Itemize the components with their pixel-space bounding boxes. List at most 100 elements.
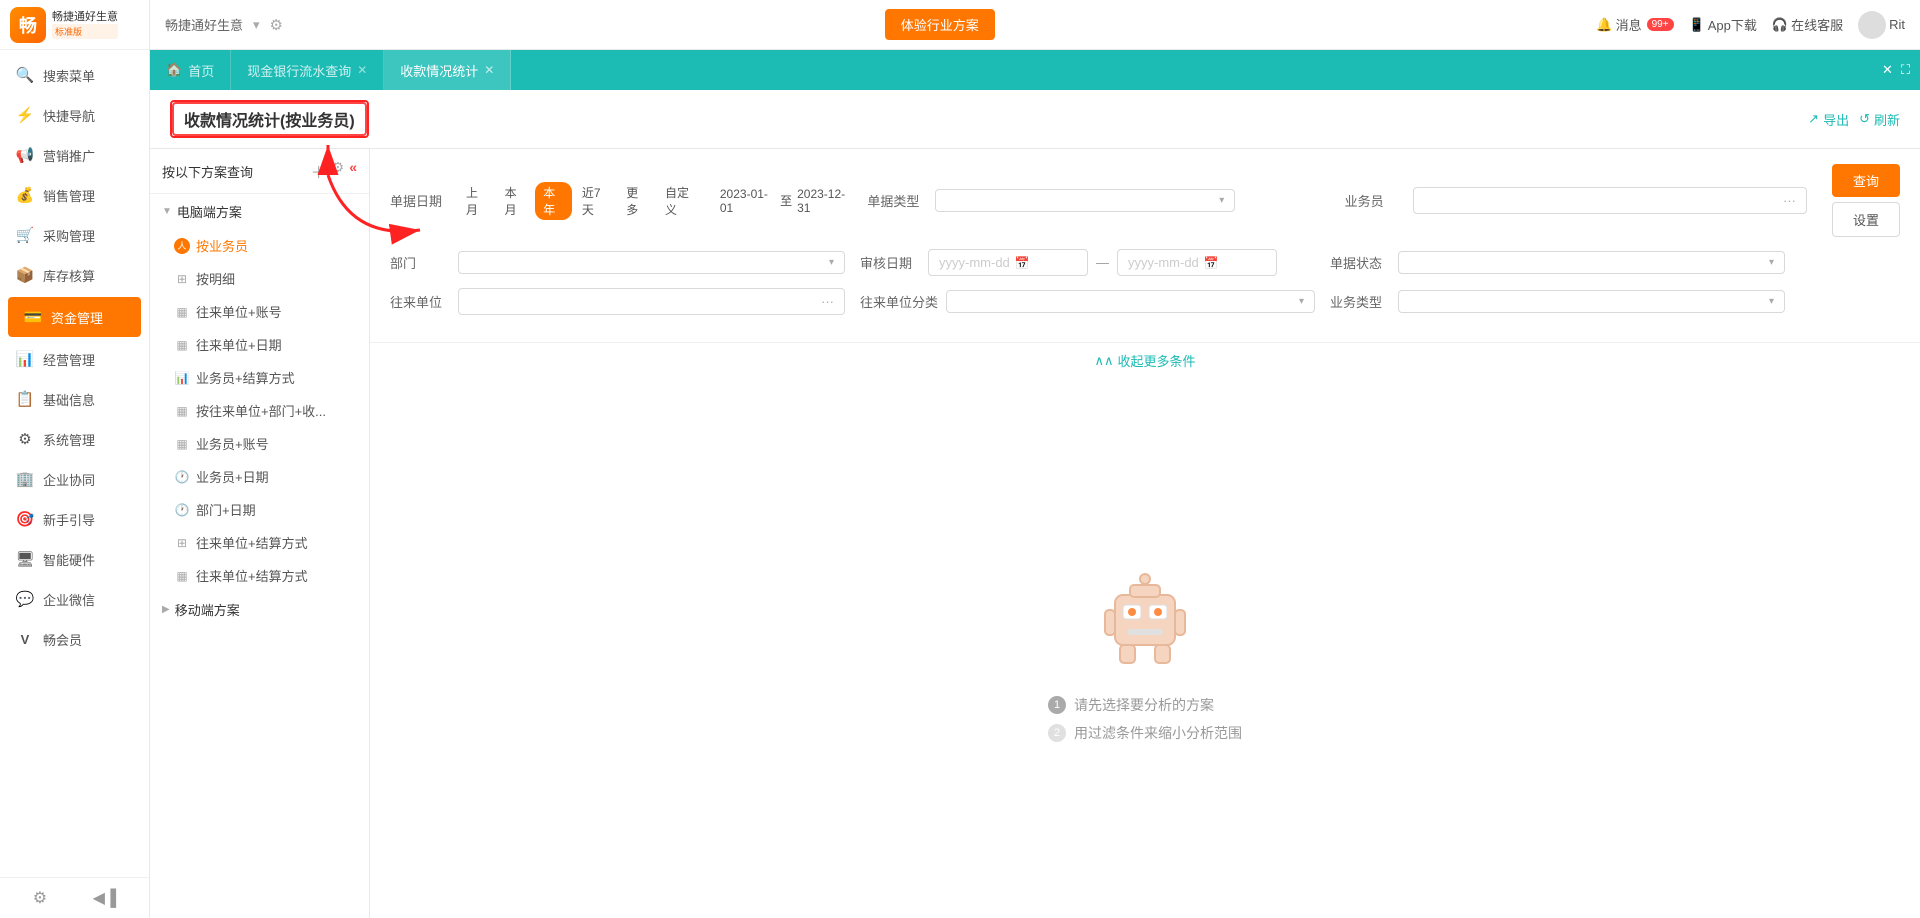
scheme-item-salesperson-settle[interactable]: 📊 业务员+结算方式 bbox=[150, 361, 369, 394]
scheme-item-unit-settle2[interactable]: ▦ 往来单位+结算方式 bbox=[150, 559, 369, 592]
dept-label: 部门 bbox=[390, 253, 450, 272]
headset-icon: 🎧 bbox=[1772, 17, 1788, 33]
tab-home[interactable]: 🏠 首页 bbox=[150, 50, 231, 90]
sidebar-item-guide[interactable]: 🎯 新手引导 bbox=[0, 499, 149, 539]
dept-select[interactable]: ▾ bbox=[458, 251, 845, 274]
add-scheme-icon[interactable]: ＋ bbox=[311, 159, 327, 183]
tab-receipt-stat[interactable]: 收款情况统计 ✕ bbox=[384, 50, 511, 90]
sidebar-item-member[interactable]: V 畅会员 bbox=[0, 619, 149, 659]
date-tab-custom[interactable]: 自定义 bbox=[657, 182, 704, 220]
user-item[interactable]: Rit bbox=[1858, 11, 1905, 39]
scheme-item-label: 按明细 bbox=[196, 269, 235, 288]
sales-icon: 💰 bbox=[15, 185, 35, 205]
sidebar-item-inventory[interactable]: 📦 库存核算 bbox=[0, 255, 149, 295]
calendar-to-icon: 📅 bbox=[1204, 256, 1219, 270]
logo-text: 畅捷通好生意 bbox=[52, 10, 118, 24]
date-tab-this-month[interactable]: 本月 bbox=[497, 182, 534, 220]
mobile-group-label: 移动端方案 bbox=[175, 600, 240, 619]
settings-icon[interactable]: ⚙ bbox=[270, 16, 283, 34]
main-content: 畅捷通好生意 ▾ ⚙ 体验行业方案 🔔 消息 99+ 📱 App下载 🎧 在线客… bbox=[150, 0, 1920, 918]
sidebar-item-basic[interactable]: 📋 基础信息 bbox=[0, 379, 149, 419]
inventory-icon: 📦 bbox=[15, 265, 35, 285]
counterpart-type-select[interactable]: ▾ bbox=[946, 290, 1315, 313]
page-title-highlight: 收款情况统计(按业务员) bbox=[170, 100, 369, 138]
voucher-status-select[interactable]: ▾ bbox=[1398, 251, 1785, 274]
sidebar: 畅 畅捷通好生意 标准版 🔍 搜索菜单 ⚡ 快捷导航 📢 营销推广 💰 销售管理… bbox=[0, 0, 150, 918]
scheme-collapse-icon[interactable]: « bbox=[349, 159, 357, 183]
tab-bank-flow-label: 现金银行流水查询 bbox=[247, 61, 351, 80]
sidebar-item-operation[interactable]: 📊 经营管理 bbox=[0, 339, 149, 379]
sidebar-item-quick-nav[interactable]: ⚡ 快捷导航 bbox=[0, 95, 149, 135]
window-close-icon[interactable]: ✕ bbox=[1882, 62, 1893, 78]
empty-illustration bbox=[1085, 555, 1205, 675]
sidebar-item-search-menu[interactable]: 🔍 搜索菜单 bbox=[0, 55, 149, 95]
sidebar-item-finance[interactable]: 💳 资金管理 bbox=[8, 297, 141, 337]
sidebar-item-wechat[interactable]: 💬 企业微信 bbox=[0, 579, 149, 619]
system-icon: ⚙ bbox=[15, 429, 35, 449]
scheme-settings-icon[interactable]: ⚙ bbox=[332, 159, 345, 183]
scheme-item-salesperson-date[interactable]: 🕐 业务员+日期 bbox=[150, 460, 369, 493]
desktop-group-title[interactable]: ▼ 电脑端方案 bbox=[150, 194, 369, 229]
sidebar-item-sales[interactable]: 💰 销售管理 bbox=[0, 175, 149, 215]
page-title: 收款情况统计(按业务员) bbox=[184, 113, 355, 130]
scheme-item-by-detail[interactable]: ⊞ 按明细 bbox=[150, 262, 369, 295]
tab-receipt-stat-close[interactable]: ✕ bbox=[484, 63, 494, 77]
trial-button[interactable]: 体验行业方案 bbox=[885, 9, 995, 40]
header-left: 畅捷通好生意 ▾ ⚙ bbox=[165, 15, 283, 34]
filter-panel: 单据日期 上月 本月 本年 近7天 更多 自定义 2023-01-01 bbox=[370, 149, 1920, 918]
salesperson-icon: 人 bbox=[174, 238, 190, 254]
app-download-item[interactable]: 📱 App下载 bbox=[1689, 15, 1757, 34]
desktop-group-items: 人 按业务员 ⊞ 按明细 ▦ 往来单位+账号 ▦ bbox=[150, 229, 369, 592]
sidebar-item-hardware[interactable]: 🖥 智能硬件 bbox=[0, 539, 149, 579]
date-tab-7days[interactable]: 近7天 bbox=[574, 182, 616, 220]
scheme-item-unit-settle1[interactable]: ⊞ 往来单位+结算方式 bbox=[150, 526, 369, 559]
tab-bank-flow-close[interactable]: ✕ bbox=[357, 63, 367, 77]
online-service-item[interactable]: 🎧 在线客服 bbox=[1772, 15, 1843, 34]
notification-item[interactable]: 🔔 消息 99+ bbox=[1596, 15, 1673, 34]
audit-date-to-input[interactable]: yyyy-mm-dd 📅 bbox=[1117, 249, 1277, 276]
scheme-item-unit-dept-collect[interactable]: ▦ 按往来单位+部门+收... bbox=[150, 394, 369, 427]
audit-date-label: 审核日期 bbox=[860, 253, 920, 272]
sidebar-item-purchase[interactable]: 🛒 采购管理 bbox=[0, 215, 149, 255]
sidebar-item-system[interactable]: ⚙ 系统管理 bbox=[0, 419, 149, 459]
salesperson-settle-icon: 📊 bbox=[174, 370, 190, 386]
settings-bottom-btn[interactable]: ⚙ bbox=[33, 888, 47, 908]
enterprise-icon: 🏢 bbox=[15, 469, 35, 489]
export-button[interactable]: ↗ 导出 bbox=[1808, 110, 1849, 129]
tab-receipt-stat-label: 收款情况统计 bbox=[400, 61, 478, 80]
counterpart-select[interactable]: ··· bbox=[458, 288, 845, 315]
date-to: 2023-12-31 bbox=[797, 187, 852, 215]
sidebar-item-enterprise[interactable]: 🏢 企业协同 bbox=[0, 459, 149, 499]
breadcrumb-dropdown-icon[interactable]: ▾ bbox=[253, 17, 260, 33]
refresh-button[interactable]: ↺ 刷新 bbox=[1859, 110, 1900, 129]
tip-text-1: 请先选择要分析的方案 bbox=[1074, 695, 1214, 715]
scheme-item-salesperson-account[interactable]: ▦ 业务员+账号 bbox=[150, 427, 369, 460]
scheme-item-dept-date[interactable]: 🕐 部门+日期 bbox=[150, 493, 369, 526]
collapse-bar[interactable]: ∧∧ 收起更多条件 bbox=[370, 342, 1920, 378]
mobile-group-title[interactable]: ▶ 移动端方案 bbox=[150, 592, 369, 627]
collapse-sidebar-btn[interactable]: ◀▐ bbox=[93, 888, 117, 908]
window-maximize-icon[interactable]: ⛶ bbox=[1901, 62, 1910, 78]
sidebar-item-marketing[interactable]: 📢 营销推广 bbox=[0, 135, 149, 175]
tip-num-1: 1 bbox=[1048, 696, 1066, 714]
scheme-item-by-salesperson[interactable]: 人 按业务员 bbox=[150, 229, 369, 262]
voucher-type-select[interactable]: ▾ bbox=[935, 189, 1235, 212]
date-tab-this-year[interactable]: 本年 bbox=[535, 182, 572, 220]
scheme-item-unit-date[interactable]: ▦ 往来单位+日期 bbox=[150, 328, 369, 361]
counterpart-type-label: 往来单位分类 bbox=[860, 292, 938, 311]
salesperson-select[interactable]: ··· bbox=[1413, 187, 1807, 214]
query-button[interactable]: 查询 bbox=[1832, 164, 1900, 197]
audit-date-from-input[interactable]: yyyy-mm-dd 📅 bbox=[928, 249, 1088, 276]
date-tab-more[interactable]: 更多 bbox=[618, 182, 655, 220]
counterpart-dots[interactable]: ··· bbox=[821, 294, 834, 309]
scheme-item-unit-account[interactable]: ▦ 往来单位+账号 bbox=[150, 295, 369, 328]
set-button[interactable]: 设置 bbox=[1832, 202, 1900, 237]
purchase-icon: 🛒 bbox=[15, 225, 35, 245]
tab-bank-flow[interactable]: 现金银行流水查询 ✕ bbox=[231, 50, 384, 90]
salesperson-dots[interactable]: ··· bbox=[1783, 193, 1796, 208]
date-tab-last-month[interactable]: 上月 bbox=[458, 182, 495, 220]
biz-type-select[interactable]: ▾ bbox=[1398, 290, 1785, 313]
wechat-icon: 💬 bbox=[15, 589, 35, 609]
sidebar-item-label: 新手引导 bbox=[43, 510, 95, 529]
logo-icon: 畅 bbox=[10, 7, 46, 43]
